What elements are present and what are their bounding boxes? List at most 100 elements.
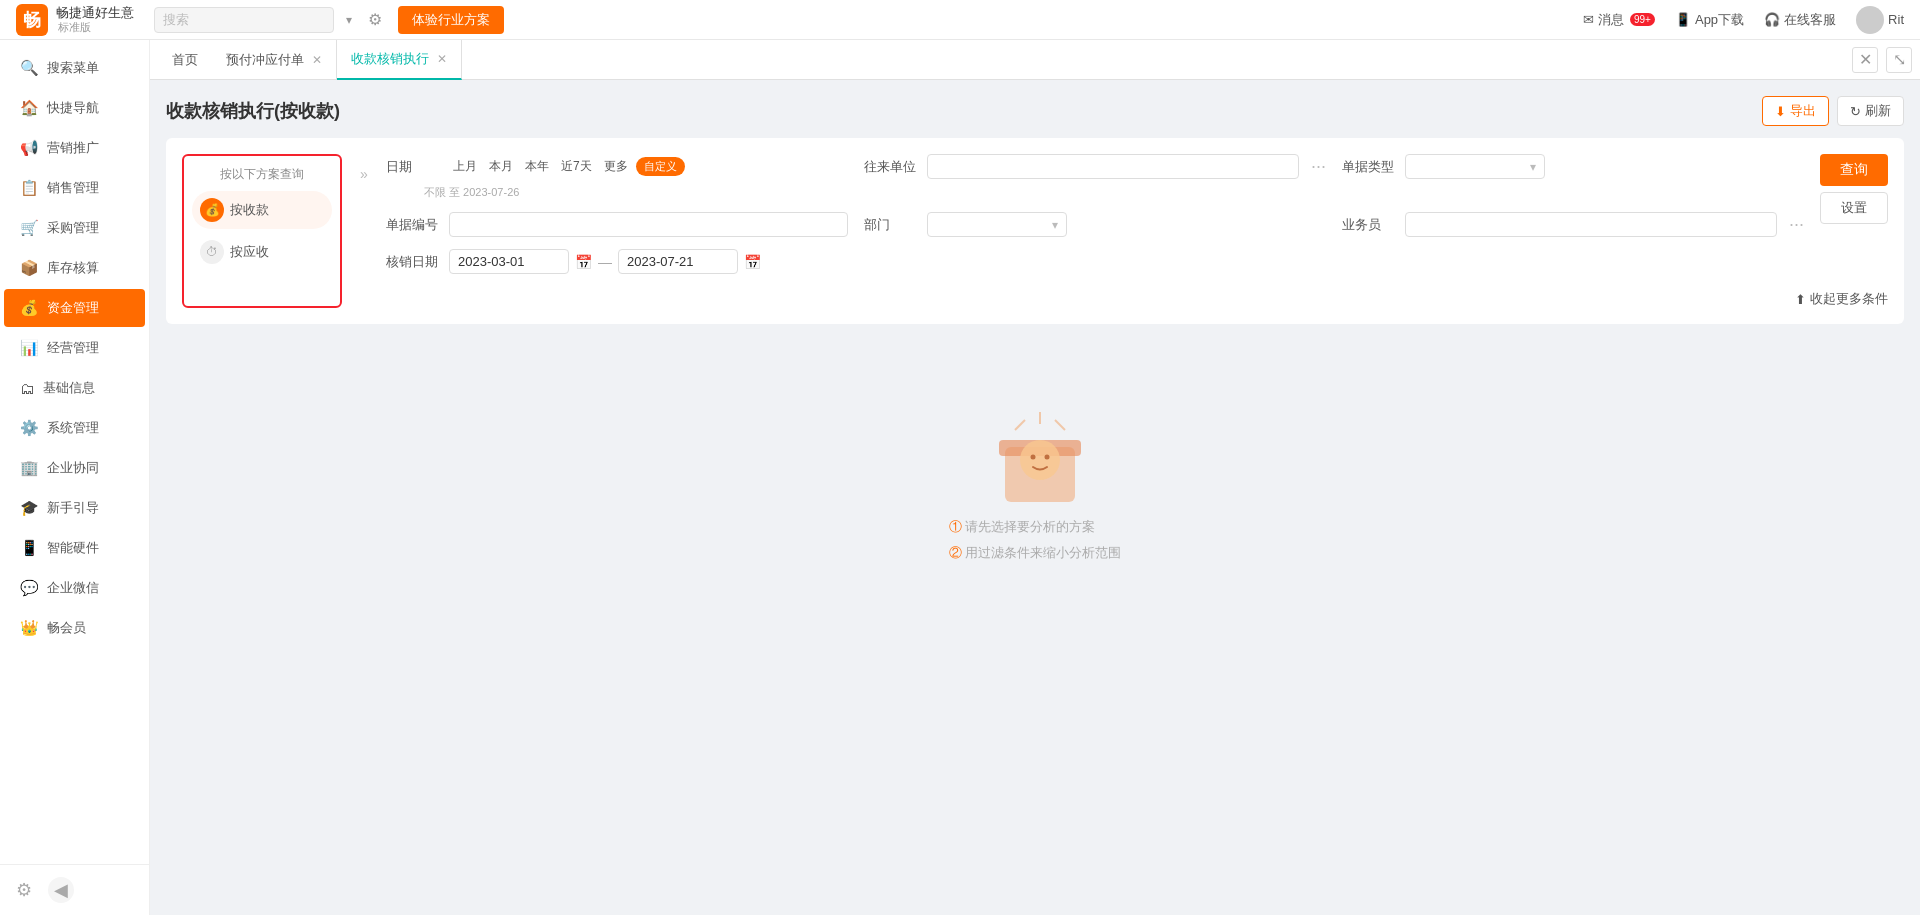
tab-prepay-close[interactable]: ✕: [312, 53, 322, 67]
empty-text: ① 请先选择要分析的方案 ② 用过滤条件来缩小分析范围: [949, 514, 1122, 566]
empty-illustration: [975, 402, 1095, 502]
verify-date-group: 核销日期 📅 — 📅: [386, 249, 1804, 274]
sidebar-label-purchase: 采购管理: [47, 219, 99, 237]
shortcut-this-year[interactable]: 本年: [521, 156, 553, 177]
sidebar-item-inventory[interactable]: 📦 库存核算: [4, 249, 145, 287]
staff-dots-icon[interactable]: ···: [1789, 214, 1804, 235]
search-chevron-icon[interactable]: ▾: [346, 13, 352, 27]
sidebar-item-hardware[interactable]: 📱 智能硬件: [4, 529, 145, 567]
export-btn[interactable]: ⬇ 导出: [1762, 96, 1829, 126]
doc-type-label: 单据类型: [1342, 158, 1397, 176]
counterpart-input[interactable]: [927, 154, 1299, 179]
guide-icon: 🎓: [20, 499, 39, 517]
tab-collection[interactable]: 收款核销执行 ✕: [337, 40, 462, 80]
collapse-arrow[interactable]: »: [354, 154, 374, 182]
empty-num1: ①: [949, 519, 962, 534]
date-group: 日期 上月 本月 本年 近7天 更多 自定义: [386, 156, 848, 177]
enterprise-icon: 🏢: [20, 459, 39, 477]
tab-prepay-label: 预付冲应付单: [226, 51, 304, 69]
verify-end-input[interactable]: [618, 249, 738, 274]
sidebar-item-quick-nav[interactable]: 🏠 快捷导航: [4, 89, 145, 127]
wechat-icon: 💬: [20, 579, 39, 597]
collapse-more-btn[interactable]: ⬆ 收起更多条件: [386, 290, 1888, 308]
tab-expand-btn[interactable]: ⤡: [1886, 47, 1912, 73]
sidebar-item-funds[interactable]: 💰 资金管理: [4, 289, 145, 327]
gear-icon[interactable]: ⚙: [368, 10, 382, 29]
sidebar-item-member[interactable]: 👑 畅会员: [4, 609, 145, 647]
user-profile[interactable]: Rit: [1856, 6, 1904, 34]
logo-icon: 畅: [23, 8, 41, 32]
refresh-btn[interactable]: ↻ 刷新: [1837, 96, 1904, 126]
staff-input[interactable]: [1405, 212, 1777, 237]
page-header-actions: ⬇ 导出 ↻ 刷新: [1762, 96, 1904, 126]
member-icon: 👑: [20, 619, 39, 637]
sidebar-item-guide[interactable]: 🎓 新手引导: [4, 489, 145, 527]
sidebar-label-quick-nav: 快捷导航: [47, 99, 99, 117]
search-placeholder: 搜索: [163, 12, 189, 27]
dept-select-wrap[interactable]: ▾: [927, 212, 1067, 237]
verify-date-row: 核销日期 📅 — 📅: [386, 249, 1804, 274]
topbar: 畅 畅捷通好生意 标准版 搜索 ▾ ⚙ 体验行业方案 ✉ 消息 99+ 📱 Ap…: [0, 0, 1920, 40]
verify-start-calendar-icon[interactable]: 📅: [575, 254, 592, 270]
sidebar-item-purchase[interactable]: 🛒 采购管理: [4, 209, 145, 247]
sidebar-item-basic-info[interactable]: 🗂 基础信息: [4, 369, 145, 407]
message-btn[interactable]: ✉ 消息 99+: [1583, 11, 1655, 29]
dept-select[interactable]: [936, 217, 1058, 232]
sidebar-item-management[interactable]: 📊 经营管理: [4, 329, 145, 367]
filter-option-by-receipt[interactable]: 💰 按收款: [192, 191, 332, 229]
app-download-btn[interactable]: 📱 App下载: [1675, 11, 1744, 29]
version-label: 标准版: [58, 21, 134, 34]
sidebar-label-funds: 资金管理: [47, 299, 99, 317]
sidebar-label-sales: 销售管理: [47, 179, 99, 197]
marketing-icon: 📢: [20, 139, 39, 157]
sidebar-item-search-menu[interactable]: 🔍 搜索菜单: [4, 49, 145, 87]
collapse-more-label: 收起更多条件: [1810, 290, 1888, 308]
shortcut-more[interactable]: 更多: [600, 156, 632, 177]
headset-icon: 🎧: [1764, 12, 1780, 27]
sidebar-item-wechat[interactable]: 💬 企业微信: [4, 569, 145, 607]
sales-icon: 📋: [20, 179, 39, 197]
sidebar: 🔍 搜索菜单 🏠 快捷导航 📢 营销推广 📋 销售管理 🛒 采购管理 📦 库存核…: [0, 40, 150, 915]
tab-collection-close[interactable]: ✕: [437, 52, 447, 66]
sidebar-label-system: 系统管理: [47, 419, 99, 437]
tab-close-all-btn[interactable]: ✕: [1852, 47, 1878, 73]
tab-home[interactable]: 首页: [158, 40, 212, 80]
industry-btn[interactable]: 体验行业方案: [398, 6, 504, 34]
setting-btn[interactable]: 设置: [1820, 192, 1888, 224]
online-service-btn[interactable]: 🎧 在线客服: [1764, 11, 1836, 29]
sidebar-item-sales[interactable]: 📋 销售管理: [4, 169, 145, 207]
verify-end-calendar-icon[interactable]: 📅: [744, 254, 761, 270]
verify-start-input[interactable]: [449, 249, 569, 274]
filter-option-by-receivable[interactable]: ⏱ 按应收: [192, 233, 332, 271]
search-box[interactable]: 搜索: [154, 7, 334, 33]
message-label: 消息: [1598, 11, 1624, 29]
sidebar-bottom: ⚙ ◀: [0, 864, 149, 915]
doc-dept-staff-row: 单据编号 部门 ▾: [386, 212, 1804, 237]
sidebar-item-system[interactable]: ⚙️ 系统管理: [4, 409, 145, 447]
query-btn[interactable]: 查询: [1820, 154, 1888, 186]
verify-date-separator: —: [598, 254, 612, 270]
main-area: 首页 预付冲应付单 ✕ 收款核销执行 ✕ ✕ ⤡ 收款核销执行(按收款): [150, 40, 1920, 915]
message-badge: 99+: [1630, 13, 1655, 26]
staff-label: 业务员: [1342, 216, 1397, 234]
collapse-btn[interactable]: ◀: [48, 877, 74, 903]
svg-point-3: [1031, 455, 1036, 460]
doc-no-input[interactable]: [449, 212, 848, 237]
sidebar-item-enterprise[interactable]: 🏢 企业协同: [4, 449, 145, 487]
verify-date-range: 📅 — 📅: [449, 249, 761, 274]
doc-type-select[interactable]: [1414, 159, 1536, 174]
tab-prepay[interactable]: 预付冲应付单 ✕: [212, 40, 337, 80]
dept-label: 部门: [864, 216, 919, 234]
brand-name: 畅捷通好生意: [56, 5, 134, 21]
counterpart-dots-icon[interactable]: ···: [1311, 156, 1326, 177]
logo: 畅: [16, 4, 48, 36]
shortcut-7days[interactable]: 近7天: [557, 156, 596, 177]
sidebar-item-marketing[interactable]: 📢 营销推广: [4, 129, 145, 167]
shortcut-last-month[interactable]: 上月: [449, 156, 481, 177]
sidebar-label-wechat: 企业微信: [47, 579, 99, 597]
empty-num2: ②: [949, 545, 962, 560]
doc-type-select-wrap[interactable]: ▾: [1405, 154, 1545, 179]
date-custom-tag[interactable]: 自定义: [636, 157, 685, 176]
settings-icon[interactable]: ⚙: [16, 879, 32, 901]
shortcut-this-month[interactable]: 本月: [485, 156, 517, 177]
